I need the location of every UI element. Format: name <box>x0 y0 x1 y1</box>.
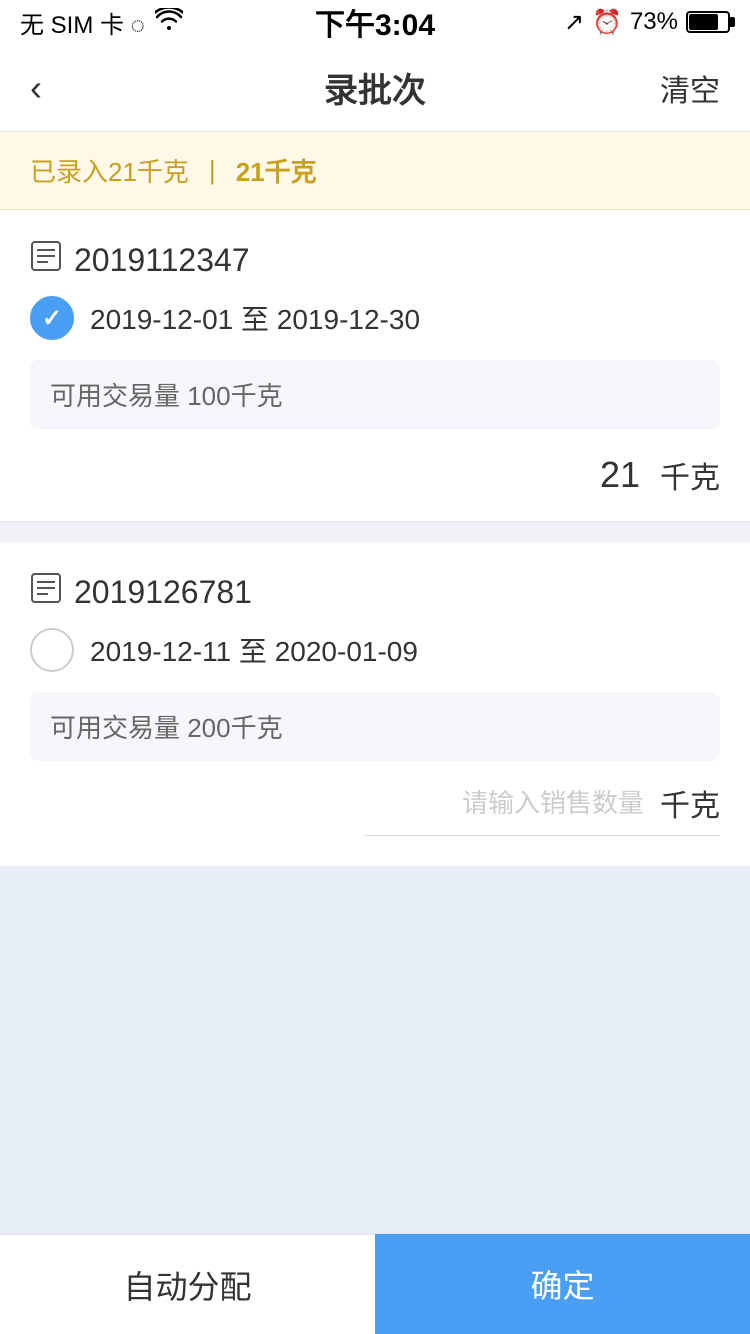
batch1-date-row[interactable]: 2019-12-01 至 2019-12-30 <box>30 296 720 340</box>
status-left: 无 SIM 卡 ◌ <box>20 5 183 40</box>
batch1-qty-input[interactable] <box>440 454 640 496</box>
batch1-icon <box>30 240 62 280</box>
back-button[interactable]: ‹ <box>30 67 42 109</box>
batch-item-2: 2019126781 2019-12-11 至 2020-01-09 可用交易量… <box>0 542 750 761</box>
batch2-icon <box>30 572 62 612</box>
batch1-date: 2019-12-01 至 2019-12-30 <box>90 298 420 338</box>
batch2-qty-input[interactable] <box>364 787 644 819</box>
batch1-available-box: 可用交易量 100千克 <box>30 360 720 429</box>
summary-label: 已录入21千克 <box>30 152 189 189</box>
nav-bar: ‹ 录批次 清空 <box>0 44 750 132</box>
separator-1 <box>0 522 750 542</box>
batch2-available-box: 可用交易量 200千克 <box>30 692 720 761</box>
batch1-available: 可用交易量 100千克 <box>50 381 283 411</box>
batch2-available: 可用交易量 200千克 <box>50 713 283 743</box>
clear-button[interactable]: 清空 <box>660 66 720 110</box>
page-title: 录批次 <box>324 63 426 112</box>
batch1-id: 2019112347 <box>74 242 250 279</box>
batch1-radio[interactable] <box>30 296 74 340</box>
batch2-input-wrap: 千克 <box>364 781 720 836</box>
batch-item-1: 2019112347 2019-12-01 至 2019-12-30 可用交易量… <box>0 210 750 429</box>
alarm-icon: ⏰ <box>592 8 622 37</box>
batch1-input-row: 千克 <box>0 429 750 522</box>
summary-divider: | <box>209 155 216 186</box>
status-right: ↗ ⏰ 73% <box>564 8 730 37</box>
location-icon: ↗ <box>564 8 584 37</box>
content-area: 2019112347 2019-12-01 至 2019-12-30 可用交易量… <box>0 210 750 1334</box>
battery-icon <box>686 11 730 33</box>
summary-value: 21千克 <box>236 152 317 189</box>
batch2-date: 2019-12-11 至 2020-01-09 <box>90 630 418 670</box>
bottom-bar: 自动分配 确定 <box>0 1234 750 1334</box>
status-bar: 无 SIM 卡 ◌ 下午3:04 ↗ ⏰ 73% <box>0 0 750 44</box>
batch2-id: 2019126781 <box>74 574 252 611</box>
batch1-id-row: 2019112347 <box>30 240 720 280</box>
batch2-radio[interactable] <box>30 628 74 672</box>
status-time: 下午3:04 <box>315 0 435 44</box>
page: 无 SIM 卡 ◌ 下午3:04 ↗ ⏰ 73% ‹ 录批次 清空 <box>0 0 750 1334</box>
battery-percent: 73% <box>630 8 678 36</box>
auto-distribute-button[interactable]: 自动分配 <box>0 1234 375 1334</box>
confirm-button[interactable]: 确定 <box>375 1234 750 1334</box>
wifi-icon <box>155 8 183 37</box>
summary-bar: 已录入21千克 | 21千克 <box>0 132 750 210</box>
batch1-unit: 千克 <box>660 453 720 497</box>
batch2-input-section: 千克 <box>0 761 750 866</box>
batch2-unit: 千克 <box>660 781 720 825</box>
batch2-date-row[interactable]: 2019-12-11 至 2020-01-09 <box>30 628 720 672</box>
sim-text: 无 SIM 卡 ◌ <box>20 5 145 40</box>
batch2-id-row: 2019126781 <box>30 572 720 612</box>
